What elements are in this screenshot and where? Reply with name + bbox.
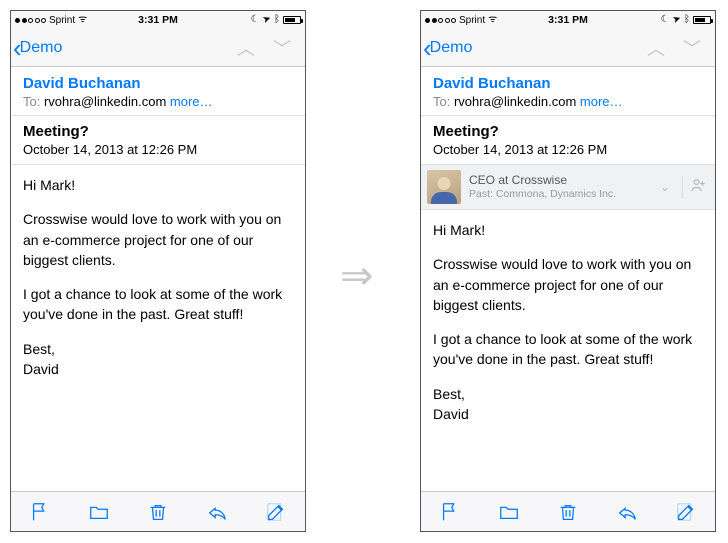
flag-button[interactable] xyxy=(430,501,470,523)
body-paragraph: Hi Mark! xyxy=(433,220,703,240)
toolbar xyxy=(421,491,715,531)
sender-block: David Buchanan To: rvohra@linkedin.com m… xyxy=(11,67,305,116)
email-date: October 14, 2013 at 12:26 PM xyxy=(23,142,293,157)
reply-button[interactable] xyxy=(197,501,237,523)
compose-button[interactable] xyxy=(666,501,706,523)
expand-profile-button[interactable]: ⌄ xyxy=(656,180,674,194)
next-message-button[interactable]: ﹀ xyxy=(683,35,701,61)
navbar: ‹ Demo ︿ ﹀ xyxy=(11,29,305,67)
subject: Meeting? xyxy=(23,123,293,140)
subject-block: Meeting? October 14, 2013 at 12:26 PM xyxy=(11,116,305,165)
email-date: October 14, 2013 at 12:26 PM xyxy=(433,142,703,157)
profile-subtitle: Past: Commona, Dynamics Inc. xyxy=(469,188,648,201)
clock: 3:31 PM xyxy=(138,14,178,26)
more-link[interactable]: more… xyxy=(580,94,623,109)
subject: Meeting? xyxy=(433,123,703,140)
toolbar xyxy=(11,491,305,531)
email-body: Hi Mark! Crosswise would love to work wi… xyxy=(421,210,715,491)
signal-dots xyxy=(425,18,456,23)
body-paragraph: Crosswise would love to work with you on… xyxy=(23,209,293,270)
navbar: ‹ Demo ︿ ﹀ xyxy=(421,29,715,67)
email-body: Hi Mark! Crosswise would love to work wi… xyxy=(11,165,305,491)
clock: 3:31 PM xyxy=(548,14,588,26)
body-paragraph: Hi Mark! xyxy=(23,175,293,195)
status-bar: Sprint ᯤ 3:31 PM ☾ ➤ ᛒ xyxy=(421,11,715,29)
folder-button[interactable] xyxy=(489,501,529,523)
more-link[interactable]: more… xyxy=(170,94,213,109)
profile-title: CEO at Crosswise xyxy=(469,173,648,188)
next-message-button[interactable]: ﹀ xyxy=(273,35,291,61)
back-button[interactable]: ‹ Demo xyxy=(423,35,472,61)
prev-message-button[interactable]: ︿ xyxy=(647,35,665,61)
body-paragraph: Best, David xyxy=(23,339,293,380)
folder-button[interactable] xyxy=(79,501,119,523)
wifi-icon: ᯤ xyxy=(78,15,87,25)
signal-dots xyxy=(15,18,46,23)
body-paragraph: I got a chance to look at some of the wo… xyxy=(433,329,703,370)
reply-button[interactable] xyxy=(607,501,647,523)
wifi-icon: ᯤ xyxy=(488,15,497,25)
compose-button[interactable] xyxy=(256,501,296,523)
recipient-line: To: rvohra@linkedin.com more… xyxy=(433,94,703,109)
back-label: Demo xyxy=(430,39,473,57)
bluetooth-icon: ᛒ xyxy=(684,15,690,25)
body-paragraph: I got a chance to look at some of the wo… xyxy=(23,284,293,325)
phone-before: Sprint ᯤ 3:31 PM ☾ ➤ ᛒ ‹ Demo ︿ ﹀ David … xyxy=(10,10,306,532)
do-not-disturb-icon: ☾ xyxy=(661,15,670,25)
back-label: Demo xyxy=(20,39,63,57)
recipient-email[interactable]: rvohra@linkedin.com xyxy=(44,94,166,109)
location-icon: ➤ xyxy=(261,14,272,26)
carrier-label: Sprint xyxy=(459,15,485,26)
avatar xyxy=(427,170,461,204)
subject-block: Meeting? October 14, 2013 at 12:26 PM xyxy=(421,116,715,165)
back-button[interactable]: ‹ Demo xyxy=(13,35,62,61)
status-bar: Sprint ᯤ 3:31 PM ☾ ➤ ᛒ xyxy=(11,11,305,29)
body-paragraph: Best, David xyxy=(433,384,703,425)
trash-button[interactable] xyxy=(548,501,588,523)
trash-button[interactable] xyxy=(138,501,178,523)
location-icon: ➤ xyxy=(671,14,682,26)
prev-message-button[interactable]: ︿ xyxy=(237,35,255,61)
bluetooth-icon: ᛒ xyxy=(274,15,280,25)
to-label: To: xyxy=(433,94,450,109)
do-not-disturb-icon: ☾ xyxy=(251,15,260,25)
battery-icon xyxy=(693,16,711,24)
recipient-email[interactable]: rvohra@linkedin.com xyxy=(454,94,576,109)
sender-name[interactable]: David Buchanan xyxy=(433,75,703,92)
phone-after: Sprint ᯤ 3:31 PM ☾ ➤ ᛒ ‹ Demo ︿ ﹀ David … xyxy=(420,10,716,532)
carrier-label: Sprint xyxy=(49,15,75,26)
sender-name[interactable]: David Buchanan xyxy=(23,75,293,92)
recipient-line: To: rvohra@linkedin.com more… xyxy=(23,94,293,109)
sender-block: David Buchanan To: rvohra@linkedin.com m… xyxy=(421,67,715,116)
body-paragraph: Crosswise would love to work with you on… xyxy=(433,254,703,315)
transition-arrow-icon: ⇒ xyxy=(340,256,374,296)
battery-icon xyxy=(283,16,301,24)
flag-button[interactable] xyxy=(20,501,60,523)
to-label: To: xyxy=(23,94,40,109)
add-contact-button[interactable] xyxy=(682,176,707,199)
sender-profile-banner[interactable]: CEO at Crosswise Past: Commona, Dynamics… xyxy=(421,165,715,210)
